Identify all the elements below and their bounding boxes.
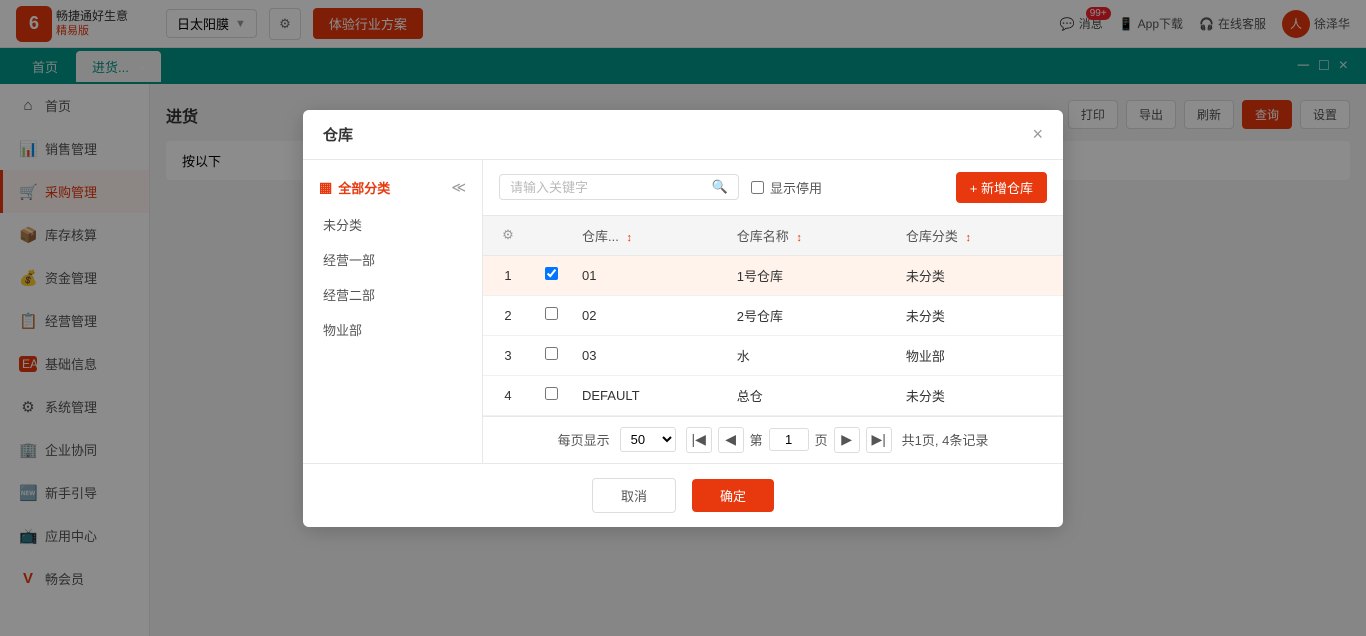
col-checkbox — [533, 216, 570, 256]
row-category: 未分类 — [894, 375, 1063, 415]
col-name[interactable]: 仓库名称 ↕ — [725, 216, 894, 256]
cancel-button[interactable]: 取消 — [592, 478, 676, 513]
modal-overlay: 仓库 × ▦ 全部分类 ≪ 未分类 经营一部 经营二部 物业部 — [0, 0, 1366, 636]
modal-actions: 取消 确定 — [303, 463, 1063, 527]
add-warehouse-button[interactable]: + 新增仓库 — [956, 172, 1047, 203]
modal-right-panel: 🔍 显示停用 + 新增仓库 ⚙ — [483, 160, 1063, 463]
table-row[interactable]: 1 01 1号仓库 未分类 — [483, 255, 1063, 295]
show-disabled-wrap: 显示停用 — [751, 178, 822, 197]
row-code: 02 — [570, 295, 725, 335]
col-gear: ⚙ — [483, 216, 533, 256]
sort-icon: ↕ — [626, 232, 632, 244]
category-item-wfl[interactable]: 未分类 — [303, 207, 482, 242]
row-no: 3 — [483, 335, 533, 375]
col-code[interactable]: 仓库... ↕ — [570, 216, 725, 256]
modal-left-panel: ▦ 全部分类 ≪ 未分类 经营一部 经营二部 物业部 — [303, 160, 483, 463]
category-item-wyd[interactable]: 物业部 — [303, 312, 482, 347]
row-category: 未分类 — [894, 255, 1063, 295]
search-input-wrap: 🔍 — [499, 174, 739, 200]
table-row[interactable]: 3 03 水 物业部 — [483, 335, 1063, 375]
sort-icon: ↕ — [796, 232, 802, 244]
modal-toolbar: 🔍 显示停用 + 新增仓库 — [483, 160, 1063, 216]
row-code: 03 — [570, 335, 725, 375]
search-input[interactable] — [510, 180, 712, 195]
row-no: 4 — [483, 375, 533, 415]
last-page-button[interactable]: ▶| — [866, 427, 892, 453]
row-checkbox[interactable] — [533, 335, 570, 375]
collapse-icon[interactable]: ≪ — [451, 179, 466, 196]
pagination: 每页显示 50 20 100 |◀ ◀ 第 页 ▶ ▶| — [483, 416, 1063, 463]
row-code: 01 — [570, 255, 725, 295]
table-row[interactable]: 2 02 2号仓库 未分类 — [483, 295, 1063, 335]
col-category[interactable]: 仓库分类 ↕ — [894, 216, 1063, 256]
modal-header: 仓库 × — [303, 110, 1063, 160]
row-code: DEFAULT — [570, 375, 725, 415]
row-name: 总仓 — [725, 375, 894, 415]
category-item-jy2[interactable]: 经营二部 — [303, 277, 482, 312]
row-name: 水 — [725, 335, 894, 375]
sort-icon: ↕ — [966, 232, 972, 244]
row-name: 1号仓库 — [725, 255, 894, 295]
search-icon[interactable]: 🔍 — [712, 179, 728, 195]
warehouse-modal: 仓库 × ▦ 全部分类 ≪ 未分类 经营一部 经营二部 物业部 — [303, 110, 1063, 527]
row-checkbox[interactable] — [533, 255, 570, 295]
row-checkbox[interactable] — [533, 375, 570, 415]
row-checkbox[interactable] — [533, 295, 570, 335]
category-item-jy1[interactable]: 经营一部 — [303, 242, 482, 277]
category-title: ▦ 全部分类 — [319, 178, 390, 197]
row-name: 2号仓库 — [725, 295, 894, 335]
confirm-button[interactable]: 确定 — [692, 479, 774, 512]
table-row[interactable]: 4 DEFAULT 总仓 未分类 — [483, 375, 1063, 415]
per-page-select[interactable]: 50 20 100 — [620, 427, 676, 452]
row-category: 未分类 — [894, 295, 1063, 335]
modal-close-button[interactable]: × — [1032, 124, 1043, 145]
prev-page-button[interactable]: ◀ — [718, 427, 744, 453]
row-no: 2 — [483, 295, 533, 335]
row-category: 物业部 — [894, 335, 1063, 375]
warehouse-table: ⚙ 仓库... ↕ 仓库名称 ↕ — [483, 216, 1063, 416]
category-header: ▦ 全部分类 ≪ — [303, 172, 482, 207]
grid-icon: ▦ — [319, 179, 332, 196]
modal-body: ▦ 全部分类 ≪ 未分类 经营一部 经营二部 物业部 🔍 — [303, 160, 1063, 463]
page-nav: |◀ ◀ 第 页 ▶ ▶| — [686, 427, 892, 453]
first-page-button[interactable]: |◀ — [686, 427, 712, 453]
next-page-button[interactable]: ▶ — [834, 427, 860, 453]
page-input[interactable] — [769, 428, 809, 451]
row-no: 1 — [483, 255, 533, 295]
modal-title: 仓库 — [323, 124, 353, 145]
show-disabled-checkbox[interactable] — [751, 181, 764, 194]
